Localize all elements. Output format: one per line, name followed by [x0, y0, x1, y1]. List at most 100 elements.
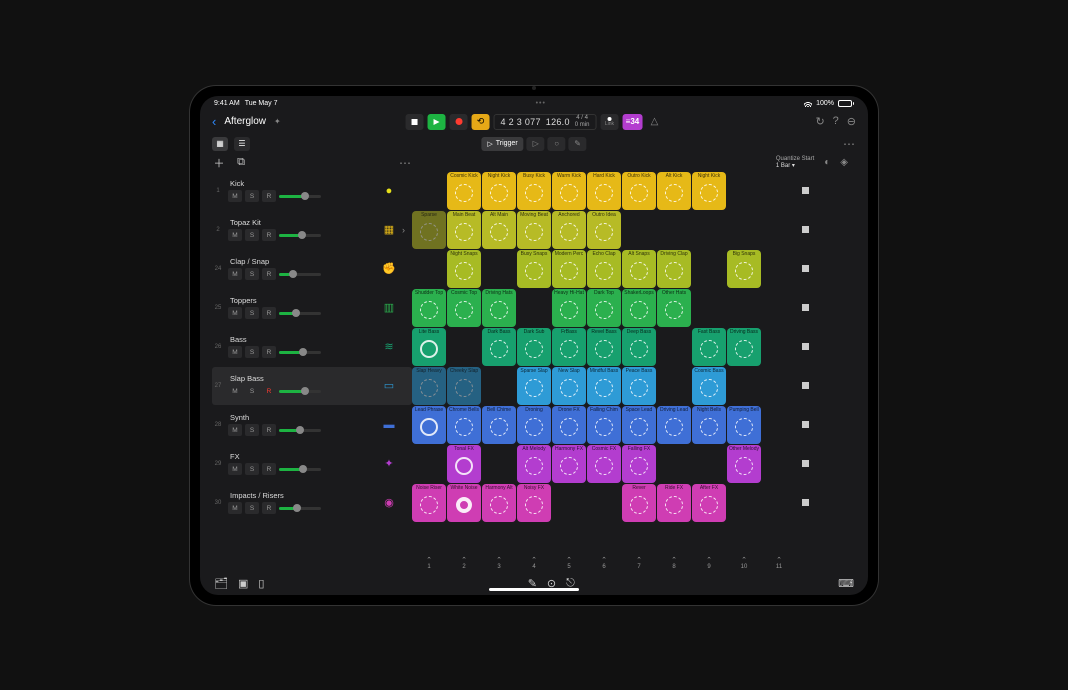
- empty-cell[interactable]: [657, 367, 691, 405]
- empty-cell[interactable]: [762, 484, 796, 522]
- library-icon[interactable]: 🗂: [214, 577, 228, 590]
- empty-cell[interactable]: [482, 250, 516, 288]
- empty-cell[interactable]: [482, 367, 516, 405]
- empty-cell[interactable]: [727, 367, 761, 405]
- clip-cell[interactable]: Alt Snaps: [622, 250, 656, 288]
- clip-cell[interactable]: Alt Main: [482, 211, 516, 249]
- duplicate-button[interactable]: ⧉: [234, 156, 248, 170]
- empty-cell[interactable]: [727, 484, 761, 522]
- clip-cell[interactable]: Outro Idea: [587, 211, 621, 249]
- clip-cell[interactable]: Shudder Top: [412, 289, 446, 327]
- help-icon[interactable]: ?: [833, 115, 839, 128]
- clip-cell[interactable]: Busy Kick: [517, 172, 551, 210]
- track-icon[interactable]: ✊: [380, 260, 398, 278]
- clip-cell[interactable]: FrBass: [552, 328, 586, 366]
- solo-button[interactable]: S: [245, 229, 259, 241]
- queue-mode-button[interactable]: ▷: [527, 137, 545, 151]
- zoom-icon[interactable]: ◈: [840, 157, 848, 168]
- clip-cell[interactable]: Revel Bass: [587, 328, 621, 366]
- clip-cell[interactable]: Peace Bass: [622, 367, 656, 405]
- add-track-button[interactable]: ＋: [212, 156, 226, 170]
- back-chevron-icon[interactable]: ‹: [212, 114, 216, 129]
- clip-cell[interactable]: Falling Chim: [587, 406, 621, 444]
- empty-cell[interactable]: [762, 289, 796, 327]
- link-button[interactable]: Link: [600, 114, 618, 130]
- volume-fader[interactable]: [279, 468, 321, 471]
- track-icon[interactable]: ✦: [380, 455, 398, 473]
- clip-cell[interactable]: Harmony Alt: [482, 484, 516, 522]
- record-enable-button[interactable]: R: [262, 424, 276, 436]
- empty-cell[interactable]: [762, 172, 796, 210]
- scene-stop-button[interactable]: [797, 406, 813, 444]
- grid-view-button[interactable]: ▦: [212, 137, 228, 151]
- scene-stop-button[interactable]: [797, 367, 813, 405]
- volume-fader[interactable]: [279, 351, 321, 354]
- track-row[interactable]: 24Clap / SnapMSR✊: [212, 250, 412, 288]
- clip-cell[interactable]: ShakerLoops: [622, 289, 656, 327]
- inspector-icon[interactable]: ▯: [258, 577, 264, 590]
- clip-cell[interactable]: Mindful Bass: [587, 367, 621, 405]
- solo-button[interactable]: S: [245, 424, 259, 436]
- scene-launch-button[interactable]: ⌃11: [762, 555, 796, 573]
- record-enable-button[interactable]: R: [262, 268, 276, 280]
- volume-fader[interactable]: [279, 429, 321, 432]
- empty-cell[interactable]: [762, 250, 796, 288]
- record-enable-button[interactable]: R: [262, 229, 276, 241]
- clip-cell[interactable]: Big Snaps: [727, 250, 761, 288]
- scene-launch-button[interactable]: ⌃4: [517, 555, 551, 573]
- record-enable-button[interactable]: R: [262, 346, 276, 358]
- empty-cell[interactable]: [762, 445, 796, 483]
- solo-button[interactable]: S: [245, 463, 259, 475]
- clip-cell[interactable]: Night Bells: [692, 406, 726, 444]
- clip-cell[interactable]: Tonal FX: [447, 445, 481, 483]
- clip-cell[interactable]: Cosmic Top: [447, 289, 481, 327]
- solo-button[interactable]: S: [245, 190, 259, 202]
- empty-cell[interactable]: [482, 445, 516, 483]
- volume-fader[interactable]: [279, 507, 321, 510]
- mute-button[interactable]: M: [228, 229, 242, 241]
- solo-button[interactable]: S: [245, 346, 259, 358]
- empty-cell[interactable]: [657, 211, 691, 249]
- empty-cell[interactable]: [412, 250, 446, 288]
- clip-cell[interactable]: Night Kick: [482, 172, 516, 210]
- clip-cell[interactable]: Cosmic Bass: [692, 367, 726, 405]
- viewbar-more-icon[interactable]: ⋯: [843, 137, 856, 151]
- clip-cell[interactable]: Drone FX: [552, 406, 586, 444]
- scene-launch-button[interactable]: ⌃2: [447, 555, 481, 573]
- scene-stop-button[interactable]: [797, 289, 813, 327]
- mute-button[interactable]: M: [228, 190, 242, 202]
- clip-cell[interactable]: Lite Bass: [412, 328, 446, 366]
- scene-stop-button[interactable]: [797, 484, 813, 522]
- clip-cell[interactable]: Ride FX: [657, 484, 691, 522]
- multitask-dots[interactable]: •••: [536, 100, 546, 107]
- clip-cell[interactable]: Sparse: [412, 211, 446, 249]
- clip-cell[interactable]: Rever: [622, 484, 656, 522]
- empty-cell[interactable]: [447, 328, 481, 366]
- clip-cell[interactable]: Dark Bass: [482, 328, 516, 366]
- clip-cell[interactable]: Lead Phrase: [412, 406, 446, 444]
- settings-icon[interactable]: ⊖: [847, 115, 856, 128]
- record-enable-button[interactable]: R: [262, 385, 276, 397]
- track-row[interactable]: 1KickMSR●: [212, 172, 412, 210]
- empty-cell[interactable]: [622, 211, 656, 249]
- scene-launch-button[interactable]: ⌃1: [412, 555, 446, 573]
- volume-fader[interactable]: [279, 390, 321, 393]
- quantize-start-menu[interactable]: Quantize Start 1 Bar ▾: [776, 156, 814, 170]
- history-icon[interactable]: ↻: [815, 115, 824, 128]
- project-title[interactable]: Afterglow: [224, 116, 266, 127]
- track-icon[interactable]: ▥: [380, 299, 398, 317]
- clip-cell[interactable]: Driving Hats: [482, 289, 516, 327]
- clip-cell[interactable]: Cosmic Kick: [447, 172, 481, 210]
- empty-cell[interactable]: [412, 172, 446, 210]
- empty-cell[interactable]: [692, 289, 726, 327]
- empty-cell[interactable]: [727, 289, 761, 327]
- scene-stop-button[interactable]: [797, 250, 813, 288]
- scene-stop-button[interactable]: [797, 445, 813, 483]
- clip-cell[interactable]: Main Beat: [447, 211, 481, 249]
- record-button[interactable]: [450, 114, 468, 130]
- edit-mode-button[interactable]: ✎: [569, 137, 587, 151]
- clip-cell[interactable]: Fast Bass: [692, 328, 726, 366]
- mute-button[interactable]: M: [228, 346, 242, 358]
- stop-button[interactable]: [406, 114, 424, 130]
- scene-launch-button[interactable]: ⌃9: [692, 555, 726, 573]
